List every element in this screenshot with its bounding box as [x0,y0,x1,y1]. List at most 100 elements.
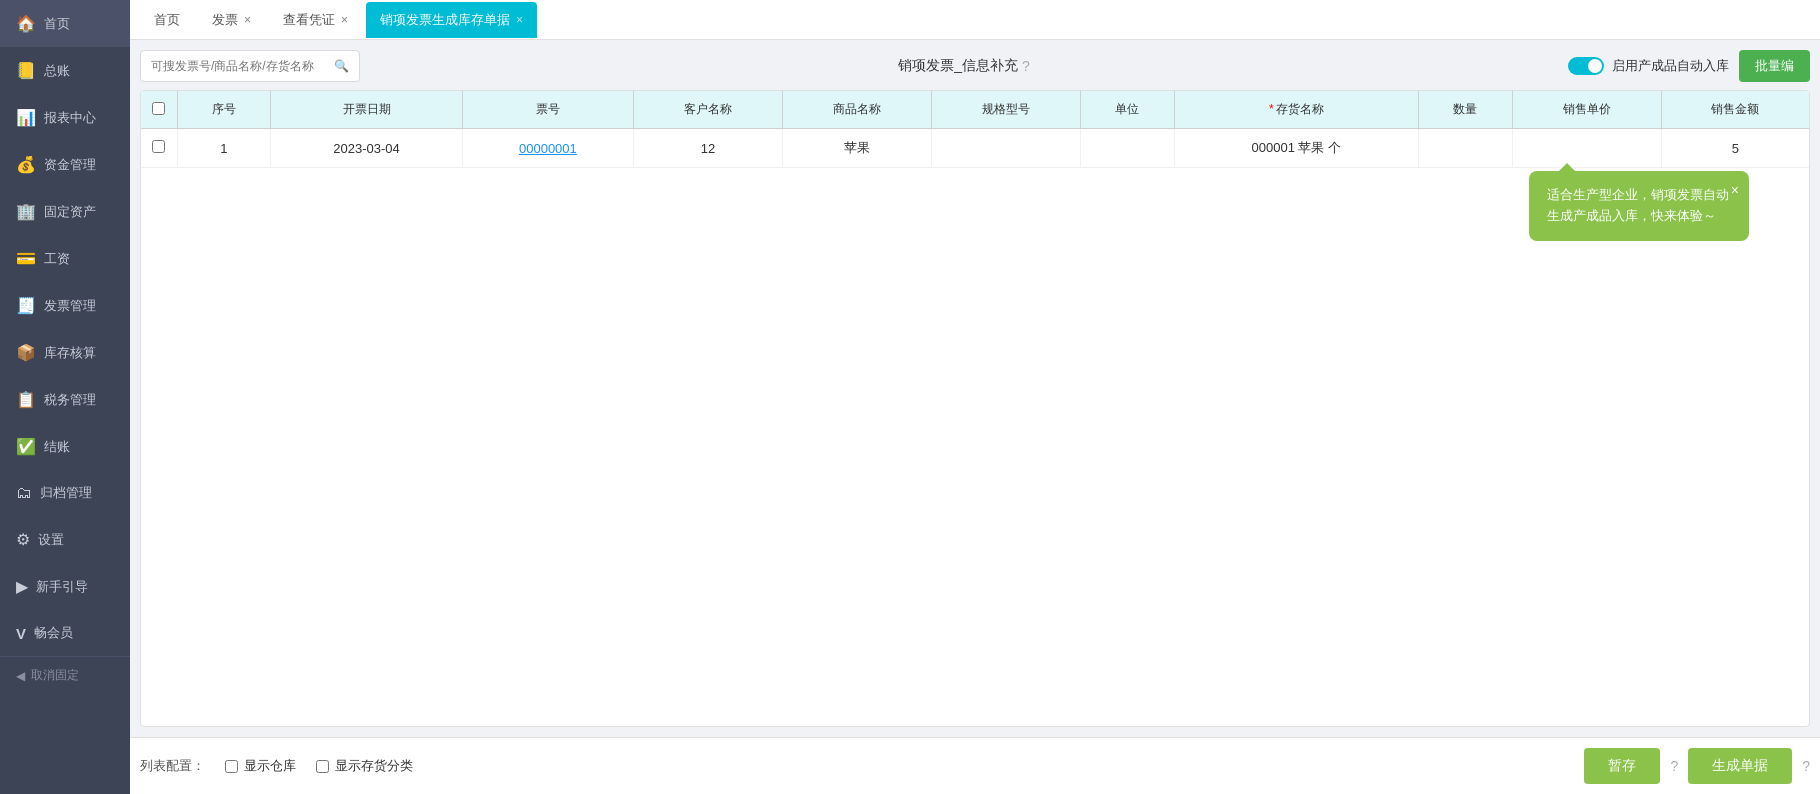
tab-invoice-label: 发票 [212,11,238,29]
sidebar-item-label: 结账 [44,438,70,456]
header-customer: 客户名称 [634,91,783,129]
sidebar-item-invoice-mgmt[interactable]: 🧾 发票管理 [0,282,130,329]
sidebar-item-inventory[interactable]: 📦 库存核算 [0,329,130,376]
header-product-name: 商品名称 [783,91,932,129]
row-open-date: 2023-03-04 [271,129,462,168]
row-spec [931,129,1080,168]
tooltip-popup: × 适合生产型企业，销项发票自动生成产成品入库，快来体验～ [1529,171,1749,241]
search-input[interactable] [151,59,328,73]
sidebar-item-label: 设置 [38,531,64,549]
sidebar-item-label: 资金管理 [44,156,96,174]
toggle-label: 启用产成品自动入库 [1612,57,1729,75]
main-area: 首页 发票 × 查看凭证 × 销项发票生成库存单据 × 🔍 销项发票_信息补充 … [130,0,1820,794]
show-inventory-category-label: 显示存货分类 [335,757,413,775]
header-checkbox-cell [141,91,177,129]
header-inventory-name: *存货名称 [1174,91,1418,129]
header-unit-price: 销售单价 [1512,91,1661,129]
info-label-text: 销项发票_信息补充 [898,57,1018,75]
report-icon: 📊 [16,108,36,127]
tab-sale-return-close[interactable]: × [516,13,523,27]
sidebar-item-label: 归档管理 [40,484,92,502]
funds-icon: 💰 [16,155,36,174]
row-checkbox[interactable] [152,140,165,153]
sidebar-item-guide[interactable]: ▶ 新手引导 [0,563,130,610]
tab-invoice-close[interactable]: × [244,13,251,27]
header-seq: 序号 [177,91,271,129]
sidebar-item-label: 税务管理 [44,391,96,409]
info-help-icon[interactable]: ? [1022,58,1030,74]
sidebar-item-label: 首页 [44,15,70,33]
sidebar-item-tax[interactable]: 📋 税务管理 [0,376,130,423]
tab-sale-return[interactable]: 销项发票生成库存单据 × [366,2,537,38]
invoice-mgmt-icon: 🧾 [16,296,36,315]
list-config-label: 列表配置： [140,757,205,775]
show-inventory-category-group: 显示存货分类 [316,757,413,775]
settings-icon: ⚙ [16,530,30,549]
row-qty [1418,129,1512,168]
page-content: 🔍 销项发票_信息补充 ? 启用产成品自动入库 批量编 序 [130,40,1820,737]
save-btn[interactable]: 暂存 [1584,748,1660,784]
header-amount: 销售金额 [1661,91,1809,129]
select-all-checkbox[interactable] [152,102,165,115]
sidebar-item-label: 发票管理 [44,297,96,315]
tab-invoice[interactable]: 发票 × [198,2,265,38]
tab-voucher-close[interactable]: × [341,13,348,27]
tab-sale-return-label: 销项发票生成库存单据 [380,11,510,29]
info-label: 销项发票_信息补充 ? [370,57,1558,75]
save-help-icon[interactable]: ? [1670,758,1678,774]
cancel-fixed-btn[interactable]: ◀ 取消固定 [0,656,130,694]
generate-help-icon[interactable]: ? [1802,758,1810,774]
toggle-area: 启用产成品自动入库 [1568,57,1729,75]
sidebar-item-label: 总账 [44,62,70,80]
payroll-icon: 💳 [16,249,36,268]
search-icon: 🔍 [334,59,349,73]
sidebar-item-home[interactable]: 🏠 首页 [0,0,130,47]
sidebar-item-label: 畅会员 [34,624,73,642]
header-ticket-no: 票号 [462,91,633,129]
header-spec: 规格型号 [931,91,1080,129]
show-warehouse-group: 显示仓库 [225,757,296,775]
batch-edit-btn[interactable]: 批量编 [1739,50,1810,82]
show-inventory-category-checkbox[interactable] [316,760,329,773]
row-ticket-no[interactable]: 00000001 [462,129,633,168]
row-customer: 12 [634,129,783,168]
sidebar-item-label: 报表中心 [44,109,96,127]
row-inventory-name: 000001 苹果 个 [1174,129,1418,168]
show-warehouse-label: 显示仓库 [244,757,296,775]
sidebar-item-label: 工资 [44,250,70,268]
auto-warehouse-toggle[interactable] [1568,57,1604,75]
vip-icon: V [16,625,26,642]
home-icon: 🏠 [16,14,36,33]
tab-voucher[interactable]: 查看凭证 × [269,2,362,38]
sidebar-item-payroll[interactable]: 💳 工资 [0,235,130,282]
sidebar-item-archive[interactable]: 🗂 归档管理 [0,470,130,516]
inventory-icon: 📦 [16,343,36,362]
guide-icon: ▶ [16,577,28,596]
left-arrow-icon: ◀ [16,669,25,683]
header-open-date: 开票日期 [271,91,462,129]
search-box[interactable]: 🔍 [140,50,360,82]
row-checkbox-cell [141,129,177,168]
sidebar-item-checkout[interactable]: ✅ 结账 [0,423,130,470]
assets-icon: 🏢 [16,202,36,221]
bottom-actions: 暂存 ? 生成单据 ? [1584,748,1810,784]
sidebar-item-assets[interactable]: 🏢 固定资产 [0,188,130,235]
tooltip-close-btn[interactable]: × [1731,179,1739,201]
sidebar-item-funds[interactable]: 💰 资金管理 [0,141,130,188]
sidebar-item-label: 新手引导 [36,578,88,596]
tax-icon: 📋 [16,390,36,409]
generate-btn[interactable]: 生成单据 [1688,748,1792,784]
sidebar-item-report[interactable]: 📊 报表中心 [0,94,130,141]
show-warehouse-checkbox[interactable] [225,760,238,773]
sidebar-item-settings[interactable]: ⚙ 设置 [0,516,130,563]
sidebar-item-label: 固定资产 [44,203,96,221]
sidebar-item-label: 库存核算 [44,344,96,362]
tab-voucher-label: 查看凭证 [283,11,335,29]
row-unit [1080,129,1174,168]
tab-home[interactable]: 首页 [140,2,194,38]
sidebar-item-vip[interactable]: V 畅会员 [0,610,130,656]
row-amount: 5 [1661,129,1809,168]
archive-icon: 🗂 [16,484,32,502]
sidebar-item-ledger[interactable]: 📒 总账 [0,47,130,94]
header-qty: 数量 [1418,91,1512,129]
